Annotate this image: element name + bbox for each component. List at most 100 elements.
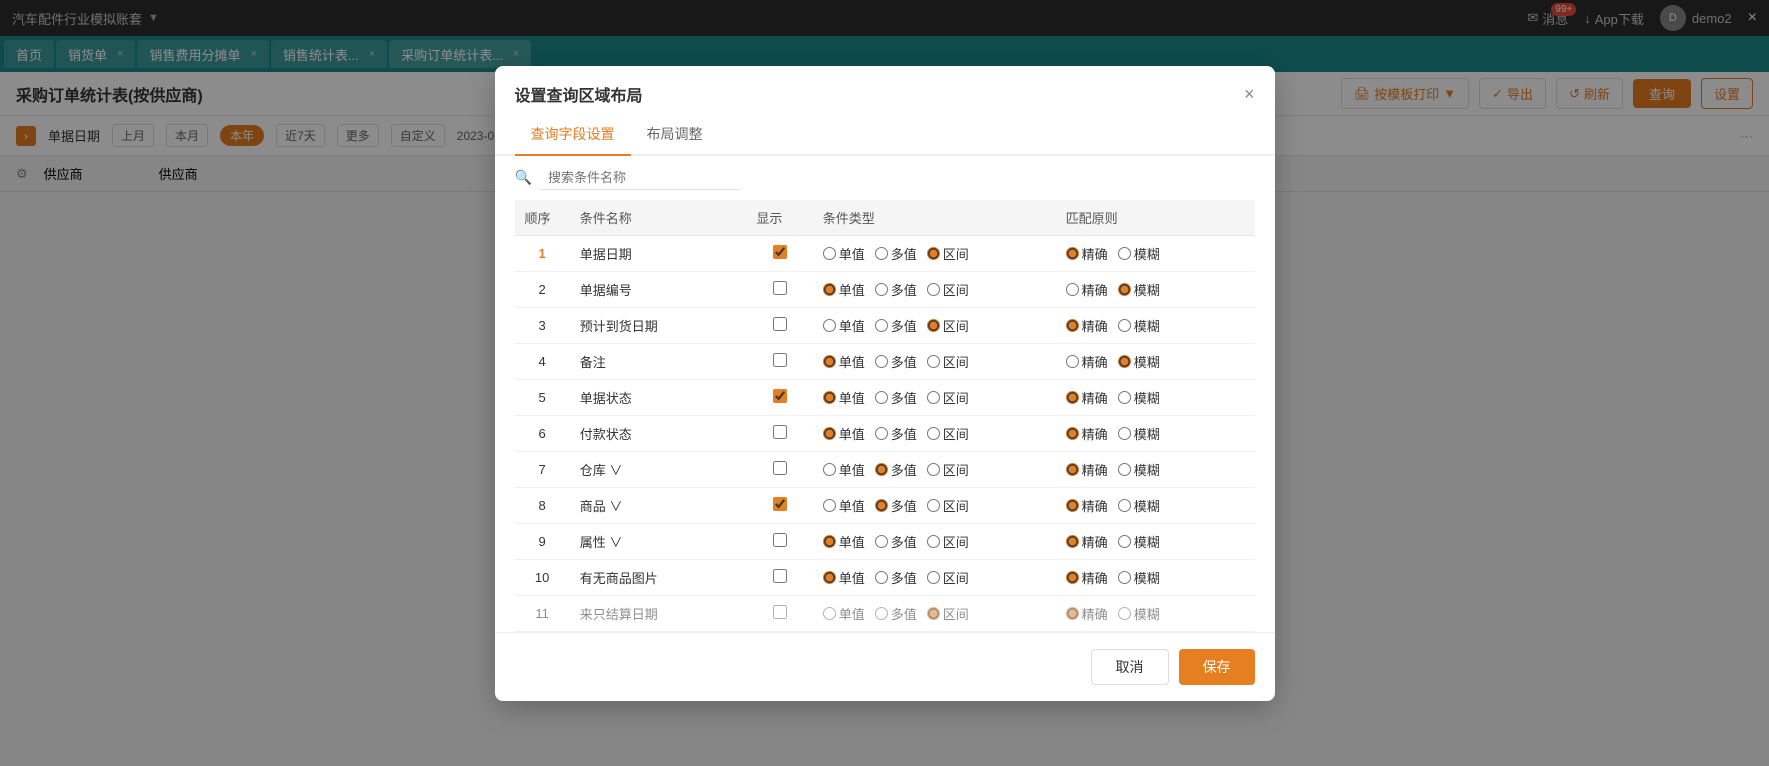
- display-checkbox[interactable]: [773, 317, 787, 331]
- type-option-多值[interactable]: 多值: [875, 316, 917, 335]
- row-order: 7: [515, 451, 570, 487]
- row-condition-name: 备注: [570, 343, 747, 379]
- match-option-模糊[interactable]: 模糊: [1118, 316, 1160, 335]
- type-option-单值[interactable]: 单值: [823, 244, 865, 263]
- match-option-精确[interactable]: 精确: [1066, 496, 1108, 515]
- row-condition-name: 商品 ∨: [570, 487, 747, 523]
- table-row: 7仓库 ∨ 单值 多值 区间 精确 模糊: [515, 451, 1255, 487]
- table-row: 1 单据日期 单值 多值 区间 精确 模糊: [515, 235, 1255, 271]
- col-header-order: 顺序: [515, 200, 570, 236]
- type-radio-group: 单值 多值 区间: [823, 532, 1046, 551]
- search-input[interactable]: [540, 166, 740, 190]
- row-match-cell: 精确 模糊: [1056, 487, 1255, 523]
- match-option-精确[interactable]: 精确: [1066, 352, 1108, 371]
- match-option-模糊[interactable]: 模糊: [1118, 388, 1160, 407]
- modal-tab-query-fields[interactable]: 查询字段设置: [515, 118, 631, 156]
- order-num: 1: [538, 246, 545, 261]
- type-option-多值[interactable]: 多值: [875, 280, 917, 299]
- type-option-区间[interactable]: 区间: [927, 532, 969, 551]
- row-match-cell: 精确 模糊: [1056, 451, 1255, 487]
- display-checkbox[interactable]: [773, 605, 787, 619]
- match-option-精确[interactable]: 精确: [1066, 532, 1108, 551]
- match-option-模糊[interactable]: 模糊: [1118, 352, 1160, 371]
- type-option-区间[interactable]: 区间: [927, 316, 969, 335]
- type-option-单值[interactable]: 单值: [823, 568, 865, 587]
- match-option-模糊[interactable]: 模糊: [1118, 244, 1160, 263]
- match-option-模糊[interactable]: 模糊: [1118, 568, 1160, 587]
- display-checkbox[interactable]: [773, 425, 787, 439]
- match-option-精确[interactable]: 精确: [1066, 388, 1108, 407]
- type-option-区间[interactable]: 区间: [927, 352, 969, 371]
- type-option-单值[interactable]: 单值: [823, 352, 865, 371]
- row-display-cell: [746, 595, 812, 631]
- row-condition-name: 属性 ∨: [570, 523, 747, 559]
- display-checkbox[interactable]: [773, 497, 787, 511]
- type-option-单值[interactable]: 单值: [823, 388, 865, 407]
- row-display-cell: [746, 379, 812, 415]
- type-option-多值[interactable]: 多值: [875, 568, 917, 587]
- type-option-多值[interactable]: 多值: [875, 532, 917, 551]
- modal-close-button[interactable]: ×: [1244, 85, 1255, 103]
- table-row: 11来只结算日期 单值 多值 区间 精确 模糊: [515, 595, 1255, 631]
- match-option-精确[interactable]: 精确: [1066, 604, 1108, 623]
- display-checkbox[interactable]: [773, 389, 787, 403]
- type-radio-group: 单值 多值 区间: [823, 424, 1046, 443]
- display-checkbox[interactable]: [773, 281, 787, 295]
- match-radio-group: 精确 模糊: [1066, 424, 1245, 443]
- row-match-cell: 精确 模糊: [1056, 595, 1255, 631]
- row-type-cell: 单值 多值 区间: [813, 559, 1056, 595]
- type-option-区间[interactable]: 区间: [927, 568, 969, 587]
- type-option-区间[interactable]: 区间: [927, 388, 969, 407]
- match-option-模糊[interactable]: 模糊: [1118, 532, 1160, 551]
- match-option-模糊[interactable]: 模糊: [1118, 496, 1160, 515]
- match-option-精确[interactable]: 精确: [1066, 460, 1108, 479]
- save-button[interactable]: 保存: [1179, 649, 1255, 685]
- match-radio-group: 精确 模糊: [1066, 388, 1245, 407]
- type-option-多值[interactable]: 多值: [875, 460, 917, 479]
- type-option-区间[interactable]: 区间: [927, 604, 969, 623]
- type-option-单值[interactable]: 单值: [823, 280, 865, 299]
- type-option-区间[interactable]: 区间: [927, 496, 969, 515]
- type-option-多值[interactable]: 多值: [875, 424, 917, 443]
- type-option-单值[interactable]: 单值: [823, 424, 865, 443]
- row-type-cell: 单值 多值 区间: [813, 415, 1056, 451]
- type-option-区间[interactable]: 区间: [927, 424, 969, 443]
- row-condition-name: 仓库 ∨: [570, 451, 747, 487]
- type-option-单值[interactable]: 单值: [823, 532, 865, 551]
- type-option-单值[interactable]: 单值: [823, 496, 865, 515]
- type-option-多值[interactable]: 多值: [875, 604, 917, 623]
- match-option-精确[interactable]: 精确: [1066, 424, 1108, 443]
- row-condition-name: 单据日期: [570, 235, 747, 271]
- row-match-cell: 精确 模糊: [1056, 559, 1255, 595]
- modal-overlay: 设置查询区域布局 × 查询字段设置 布局调整 🔍 顺序 条件名称: [0, 0, 1769, 766]
- match-option-精确[interactable]: 精确: [1066, 316, 1108, 335]
- match-option-模糊[interactable]: 模糊: [1118, 280, 1160, 299]
- match-option-精确[interactable]: 精确: [1066, 280, 1108, 299]
- type-option-区间[interactable]: 区间: [927, 280, 969, 299]
- type-option-多值[interactable]: 多值: [875, 244, 917, 263]
- display-checkbox[interactable]: [773, 533, 787, 547]
- type-option-单值[interactable]: 单值: [823, 604, 865, 623]
- display-checkbox[interactable]: [773, 245, 787, 259]
- row-condition-name: 有无商品图片: [570, 559, 747, 595]
- type-option-单值[interactable]: 单值: [823, 460, 865, 479]
- type-option-单值[interactable]: 单值: [823, 316, 865, 335]
- match-option-模糊[interactable]: 模糊: [1118, 460, 1160, 479]
- row-display-cell: [746, 235, 812, 271]
- display-checkbox[interactable]: [773, 353, 787, 367]
- type-option-区间[interactable]: 区间: [927, 460, 969, 479]
- match-option-精确[interactable]: 精确: [1066, 244, 1108, 263]
- modal-tab-layout[interactable]: 布局调整: [631, 118, 719, 156]
- display-checkbox[interactable]: [773, 569, 787, 583]
- cancel-button[interactable]: 取消: [1091, 649, 1169, 685]
- type-option-多值[interactable]: 多值: [875, 352, 917, 371]
- row-match-cell: 精确 模糊: [1056, 343, 1255, 379]
- match-option-模糊[interactable]: 模糊: [1118, 424, 1160, 443]
- type-option-区间[interactable]: 区间: [927, 244, 969, 263]
- display-checkbox[interactable]: [773, 461, 787, 475]
- type-option-多值[interactable]: 多值: [875, 388, 917, 407]
- match-option-模糊[interactable]: 模糊: [1118, 604, 1160, 623]
- row-type-cell: 单值 多值 区间: [813, 523, 1056, 559]
- match-option-精确[interactable]: 精确: [1066, 568, 1108, 587]
- type-option-多值[interactable]: 多值: [875, 496, 917, 515]
